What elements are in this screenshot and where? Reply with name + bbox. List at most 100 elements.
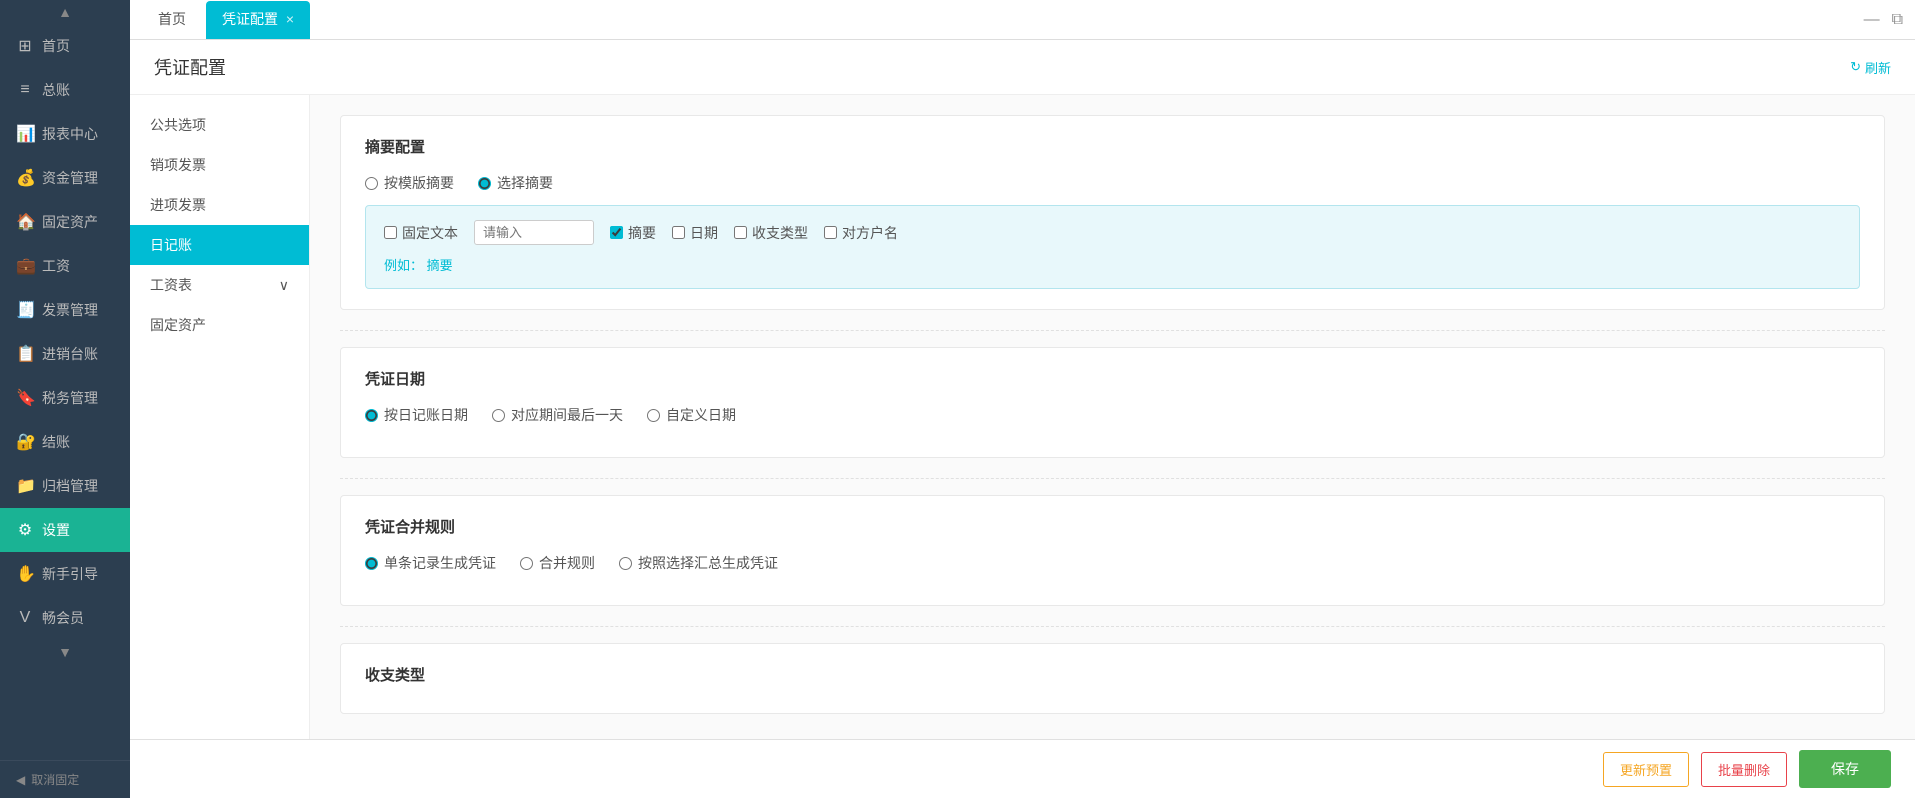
radio-journal-date[interactable]: 按日记账日期 [365,405,468,425]
nav-journal[interactable]: 日记账 [130,225,309,265]
date-options-group: 按日记账日期 对应期间最后一天 自定义日期 [365,405,1860,425]
radio-template-summary[interactable]: 按模版摘要 [365,173,454,193]
page-header: 凭证配置 ↻ 刷新 [130,40,1915,95]
chevron-down-icon: ∨ [279,277,289,294]
batch-delete-button[interactable]: 批量删除 [1701,752,1787,787]
nav-fixed-assets[interactable]: 固定资产 [130,305,309,345]
tax-icon: 🔖 [16,388,34,408]
checkbox-summary[interactable]: 摘要 [610,223,656,243]
sidebar-label-fund: 资金管理 [42,168,98,188]
bottom-bar: 更新预置 批量删除 保存 [130,739,1915,798]
right-content: 摘要配置 按模版摘要 选择摘要 [310,95,1915,739]
date-section: 凭证日期 按日记账日期 对应期间最后一天 自定义日期 [340,347,1885,458]
sidebar-item-report[interactable]: 📊 报表中心 [0,112,130,156]
archive-icon: 📁 [16,476,34,496]
date-title: 凭证日期 [365,368,1860,389]
sidebar-item-invoice[interactable]: 🧾 发票管理 [0,288,130,332]
nav-purchase-invoice[interactable]: 进项发票 [130,185,309,225]
sidebar-item-salary[interactable]: 💼 工资 [0,244,130,288]
sidebar-label-tax: 税务管理 [42,388,98,408]
radio-by-selection[interactable]: 按照选择汇总生成凭证 [619,553,778,573]
guide-icon: ✋ [16,564,34,584]
sidebar-label-guide: 新手引导 [42,564,98,584]
unpin-icon: ◀ [16,773,25,787]
merge-section: 凭证合并规则 单条记录生成凭证 合并规则 按照选择汇总生成凭证 [340,495,1885,606]
unpin-label: 取消固定 [31,771,79,788]
refresh-button[interactable]: ↻ 刷新 [1850,58,1891,77]
body-layout: 公共选项 销项发票 进项发票 日记账 工资表 ∨ 固定资产 [130,95,1915,739]
checkbox-counterpart[interactable]: 对方户名 [824,223,898,243]
radio-single[interactable]: 单条记录生成凭证 [365,553,496,573]
sidebar-item-fund[interactable]: 💰 资金管理 [0,156,130,200]
summary-config-box: 固定文本 摘要 日期 [365,205,1860,289]
checkbox-date[interactable]: 日期 [672,223,718,243]
sidebar-label-home: 首页 [42,36,70,56]
sidebar-item-tax[interactable]: 🔖 税务管理 [0,376,130,420]
merge-options-group: 单条记录生成凭证 合并规则 按照选择汇总生成凭证 [365,553,1860,573]
fixed-text-input[interactable] [474,220,594,245]
income-type-section: 收支类型 [340,643,1885,714]
window-controls: — ⧉ [1864,11,1903,29]
sidebar-item-home[interactable]: ⊞ 首页 [0,24,130,68]
nav-public[interactable]: 公共选项 [130,105,309,145]
summary-mode-group: 按模版摘要 选择摘要 [365,173,1860,193]
sidebar-label-report: 报表中心 [42,124,98,144]
main-area: 首页 凭证配置 × — ⧉ 凭证配置 ↻ 刷新 公共选项 [130,0,1915,798]
fund-icon: 💰 [16,168,34,188]
tab-home[interactable]: 首页 [142,1,202,39]
sidebar-scroll-down[interactable]: ▼ [0,640,130,664]
sidebar-item-sales[interactable]: 📋 进销台账 [0,332,130,376]
close-account-icon: 🔐 [16,432,34,452]
sidebar-scroll-up[interactable]: ▲ [0,0,130,24]
tab-bar: 首页 凭证配置 × — ⧉ [130,0,1915,40]
invoice-icon: 🧾 [16,300,34,320]
merge-title: 凭证合并规则 [365,516,1860,537]
sidebar-label-archive: 归档管理 [42,476,98,496]
sidebar-label-close: 结账 [42,432,70,452]
tab-voucher[interactable]: 凭证配置 × [206,1,310,39]
sidebar-label-salary: 工资 [42,256,70,276]
radio-custom-date[interactable]: 自定义日期 [647,405,736,425]
summary-title: 摘要配置 [365,136,1860,157]
radio-merge-rule[interactable]: 合并规则 [520,553,595,573]
sidebar-item-close[interactable]: 🔐 结账 [0,420,130,464]
content-area: 凭证配置 ↻ 刷新 公共选项 销项发票 进项发票 日记账 [130,40,1915,798]
nav-sales-invoice[interactable]: 销项发票 [130,145,309,185]
page-title: 凭证配置 [154,54,226,80]
minimize-button[interactable]: — [1864,11,1880,29]
nav-salary-table[interactable]: 工资表 ∨ [130,265,309,305]
sidebar: ▲ ⊞ 首页 ≡ 总账 📊 报表中心 💰 资金管理 🏠 固定资产 💼 工资 🧾 … [0,0,130,798]
update-preset-button[interactable]: 更新预置 [1603,752,1689,787]
sidebar-label-settings: 设置 [42,520,70,540]
tab-close-voucher[interactable]: × [286,11,294,27]
sidebar-label-sales: 进销台账 [42,344,98,364]
radio-select-summary[interactable]: 选择摘要 [478,173,553,193]
save-button[interactable]: 保存 [1799,750,1891,788]
left-nav: 公共选项 销项发票 进项发票 日记账 工资表 ∨ 固定资产 [130,95,310,739]
sidebar-item-assets[interactable]: 🏠 固定资产 [0,200,130,244]
member-icon: V [16,609,34,627]
summary-fields-row: 固定文本 摘要 日期 [384,220,1841,245]
assets-icon: 🏠 [16,212,34,232]
summary-example: 例如： 摘要 [384,255,1841,274]
restore-button[interactable]: ⧉ [1892,11,1903,29]
ledger-icon: ≡ [16,81,34,99]
settings-icon: ⚙ [16,520,34,540]
report-icon: 📊 [16,124,34,144]
sidebar-item-settings[interactable]: ⚙ 设置 [0,508,130,552]
radio-last-day[interactable]: 对应期间最后一天 [492,405,623,425]
summary-section: 摘要配置 按模版摘要 选择摘要 [340,115,1885,310]
sidebar-item-ledger[interactable]: ≡ 总账 [0,68,130,112]
unpin-sidebar-button[interactable]: ◀ 取消固定 [0,760,130,798]
refresh-icon: ↻ [1850,59,1861,75]
sidebar-item-guide[interactable]: ✋ 新手引导 [0,552,130,596]
home-icon: ⊞ [16,36,34,56]
sidebar-item-member[interactable]: V 畅会员 [0,596,130,640]
sidebar-item-archive[interactable]: 📁 归档管理 [0,464,130,508]
checkbox-fixed-text[interactable]: 固定文本 [384,223,458,243]
checkbox-income-type[interactable]: 收支类型 [734,223,808,243]
sidebar-label-invoice: 发票管理 [42,300,98,320]
sidebar-label-member: 畅会员 [42,608,84,628]
income-type-title: 收支类型 [365,664,1860,693]
salary-icon: 💼 [16,256,34,276]
